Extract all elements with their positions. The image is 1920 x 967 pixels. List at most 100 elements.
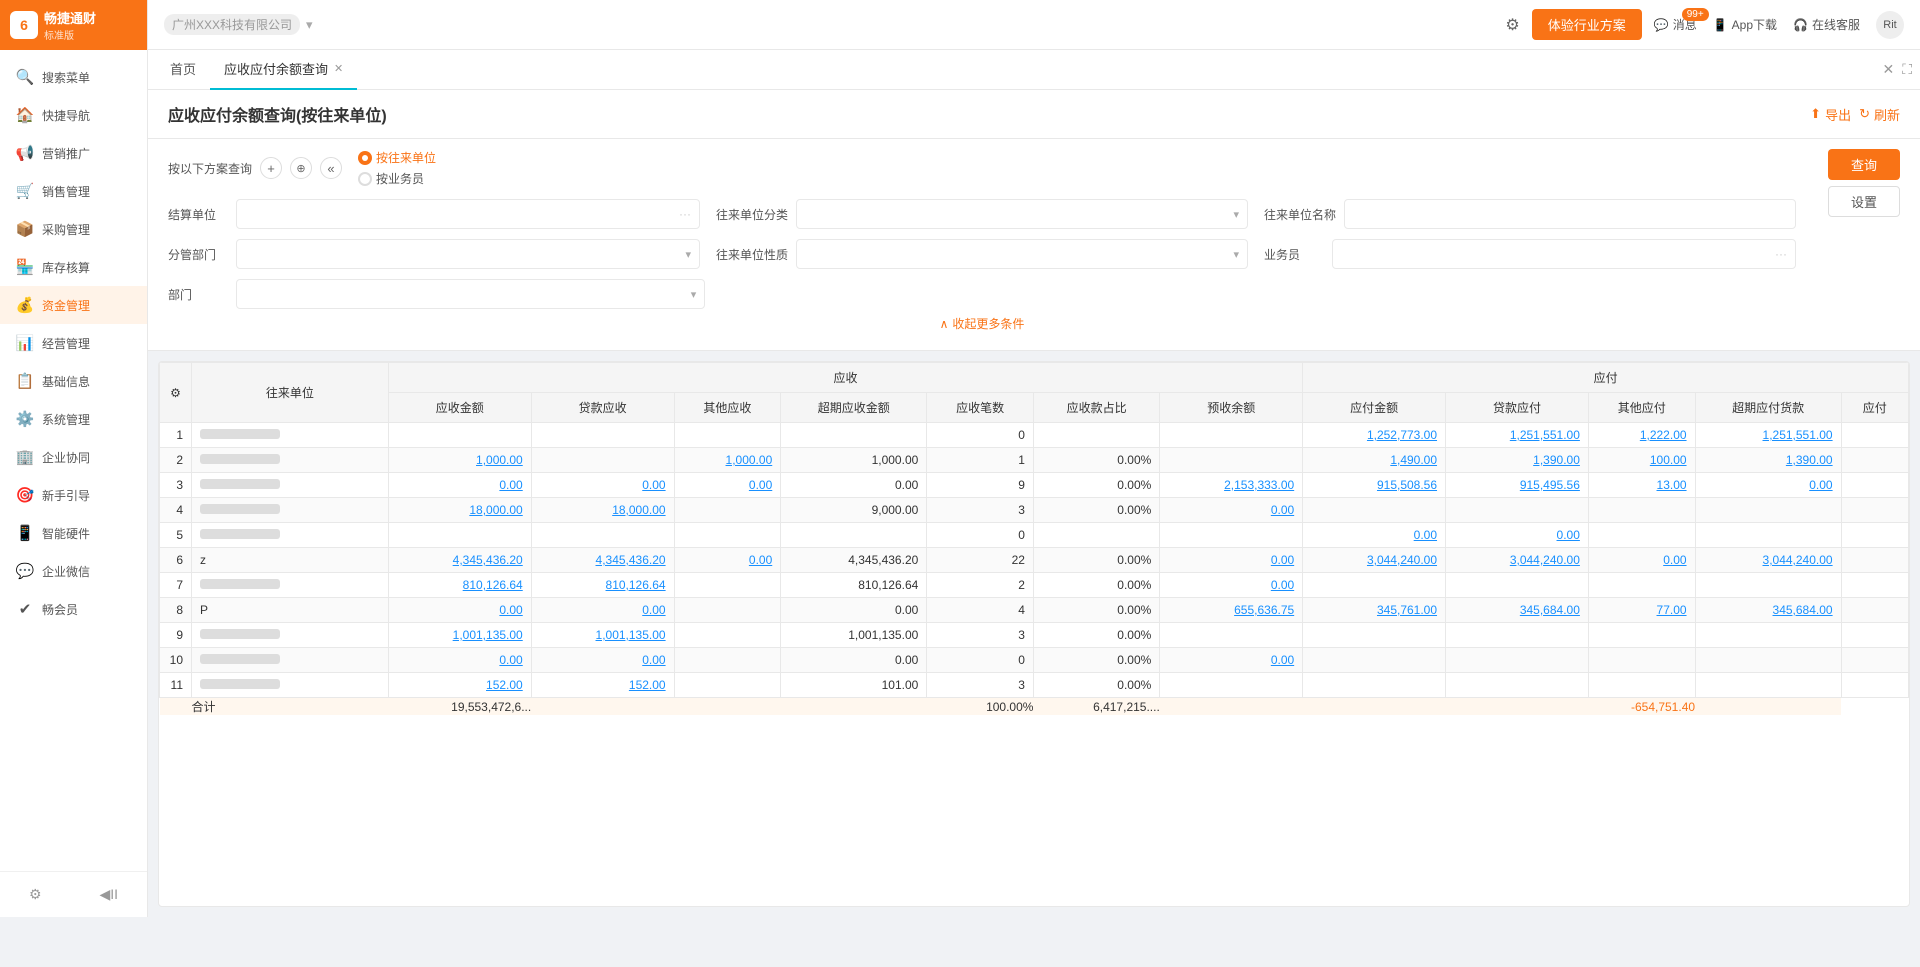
table-row: 418,000.0018,000.009,000.0030.00%0.00 [160,498,1909,523]
filter-row-1: 结算单位 ··· 往来单位分类 ▾ [168,199,1796,229]
ar-amount-header: 应收金额 [388,393,531,423]
dots-icon2: ··· [1775,247,1787,261]
partner-cell: z [192,548,389,573]
sidebar-item-label: 新手引导 [42,487,90,504]
messages-btn[interactable]: 💬 消息 99+ [1654,16,1697,33]
sidebar-item-finance[interactable]: 💰 资金管理 [0,286,147,324]
wechat-icon: 💬 [16,562,34,580]
ap-extra-header: 应付 [1841,393,1908,423]
sidebar-item-sales[interactable]: 🛒 销售管理 [0,172,147,210]
sidebar-item-label: 智能硬件 [42,525,90,542]
header-right: 💬 消息 99+ 📱 App下载 🎧 在线客服 Rit [1654,11,1904,39]
ar-loan-header: 贷款应收 [531,393,674,423]
partner-nature-select[interactable]: ▾ [796,239,1248,269]
tab-close-icon[interactable]: ✕ [334,62,343,75]
radio-by-unit-icon [358,151,372,165]
partner-cell [192,498,389,523]
add-scheme-btn[interactable]: + [260,157,282,179]
branch-dept-label: 分管部门 [168,246,228,263]
sidebar-item-search[interactable]: 🔍 搜索菜单 [0,58,147,96]
trial-btn[interactable]: 体验行业方案 [1532,9,1642,40]
sidebar-item-operations[interactable]: 📊 经营管理 [0,324,147,362]
scheme-by-unit[interactable]: 按往来单位 [358,149,436,166]
sidebar-item-quicknav[interactable]: 🏠 快捷导航 [0,96,147,134]
sidebar-item-wechat[interactable]: 💬 企业微信 [0,552,147,590]
partner-cell [192,448,389,473]
basic-icon: 📋 [16,372,34,390]
sidebar-item-marketing[interactable]: 📢 营销推广 [0,134,147,172]
scheme-by-staff[interactable]: 按业务员 [358,170,436,187]
ar-overdue-header: 超期应收金额 [781,393,927,423]
table-row: 500.000.00 [160,523,1909,548]
ar-count-header: 应收笔数 [927,393,1034,423]
salesperson-label: 业务员 [1264,246,1324,263]
collapse-icon[interactable]: ◀II [91,882,126,907]
tab-receivable[interactable]: 应收应付余额查询 ✕ [210,50,357,90]
header-gear-icon[interactable]: ⚙ [1505,15,1519,35]
ar-prepay-header: 预收余额 [1160,393,1303,423]
partner-category-select[interactable]: ▾ [796,199,1248,229]
logo-icon: 6 [10,11,38,39]
tab-bar-actions: ✕ ⛶ [1882,61,1912,78]
sidebar-bottom: ⚙ ◀II [0,871,147,917]
settings-bottom-icon[interactable]: ⚙ [21,882,50,907]
sidebar-item-label: 基础信息 [42,373,90,390]
table-row: 6z4,345,436.204,345,436.200.004,345,436.… [160,548,1909,573]
sidebar-item-hardware[interactable]: 📱 智能硬件 [0,514,147,552]
finance-icon: 💰 [16,296,34,314]
app-download-btn[interactable]: 📱 App下载 [1713,16,1777,33]
sidebar: 6 畅捷通财 标准版 🔍 搜索菜单🏠 快捷导航📢 营销推广🛒 销售管理📦 采购管… [0,0,148,917]
export-btn[interactable]: ⬆ 导出 [1810,105,1851,124]
search-icon: 🔍 [16,68,34,86]
sidebar-item-enterprise[interactable]: 🏢 企业协同 [0,438,147,476]
footer-ar-prepay: 6,417,215.... [1033,698,1159,716]
ar-other-header: 其他应收 [674,393,781,423]
sidebar-item-member[interactable]: ✔ 畅会员 [0,590,147,628]
chevron-down-icon3: ▾ [1233,248,1239,261]
customer-service-btn[interactable]: 🎧 在线客服 [1793,16,1860,33]
query-btn[interactable]: 查询 [1828,149,1900,180]
tab-maximize-icon[interactable]: ⛶ [1902,61,1912,78]
logo-area: 6 畅捷通财 标准版 [0,0,147,50]
page-title-row: 应收应付余额查询(按往来单位) ⬆ 导出 ↻ 刷新 [168,102,1900,126]
edit-scheme-btn[interactable]: ⊕ [290,157,312,179]
tab-close-window-icon[interactable]: ✕ [1882,61,1894,78]
table-row: 11152.00152.00101.0030.00% [160,673,1909,698]
payable-group-header: 应付 [1303,363,1909,393]
table-row: 8P0.000.000.0040.00%655,636.75345,761.00… [160,598,1909,623]
table-row: 100.000.000.0000.00%0.00 [160,648,1909,673]
settlement-unit-input[interactable]: ··· [236,199,700,229]
tab-home[interactable]: 首页 [156,50,210,90]
partner-cell [192,623,389,648]
settings-col-header[interactable]: ⚙ [160,363,192,423]
sidebar-item-label: 企业微信 [42,563,90,580]
footer-ar-ratio: 100.00% [927,698,1034,716]
breadcrumb-arrow[interactable]: ▾ [306,17,313,33]
more-scheme-btn[interactable]: « [320,157,342,179]
chevron-down-icon4: ▾ [691,288,697,301]
hardware-icon: 📱 [16,524,34,542]
refresh-btn[interactable]: ↻ 刷新 [1859,105,1900,124]
salesperson-input[interactable]: ··· [1332,239,1796,269]
messages-badge: 99+ [1682,8,1709,21]
sidebar-item-system[interactable]: ⚙️ 系统管理 [0,400,147,438]
sidebar-item-basic[interactable]: 📋 基础信息 [0,362,147,400]
user-avatar[interactable]: Rit [1876,11,1904,39]
table-row: 101,252,773.001,251,551.001,222.001,251,… [160,423,1909,448]
collapse-more-btn[interactable]: ∧ 收起更多条件 [168,309,1796,338]
partner-nature-label: 往来单位性质 [716,246,788,263]
sidebar-item-label: 系统管理 [42,411,90,428]
filter-settlement-unit: 结算单位 ··· [168,199,700,229]
breadcrumb: 广州XXX科技有限公司 ▾ [164,14,1493,35]
sidebar-item-purchase[interactable]: 📦 采购管理 [0,210,147,248]
sidebar-item-inventory[interactable]: 🏪 库存核算 [0,248,147,286]
dept-select[interactable]: ▾ [236,279,705,309]
filter-scheme: 按以下方案查询 + ⊕ « 按往来单位 [168,149,1796,187]
receivable-group-header: 应收 [388,363,1302,393]
data-table: ⚙ 往来单位 应收 应付 应收金额 贷款应收 其他应收 超期应收金额 应收笔数 … [159,362,1909,715]
partner-name-input[interactable] [1344,199,1796,229]
ap-amount-header: 应付金额 [1303,393,1446,423]
sidebar-item-guide[interactable]: 🎯 新手引导 [0,476,147,514]
branch-dept-select[interactable]: ▾ [236,239,700,269]
settings-btn[interactable]: 设置 [1828,186,1900,217]
